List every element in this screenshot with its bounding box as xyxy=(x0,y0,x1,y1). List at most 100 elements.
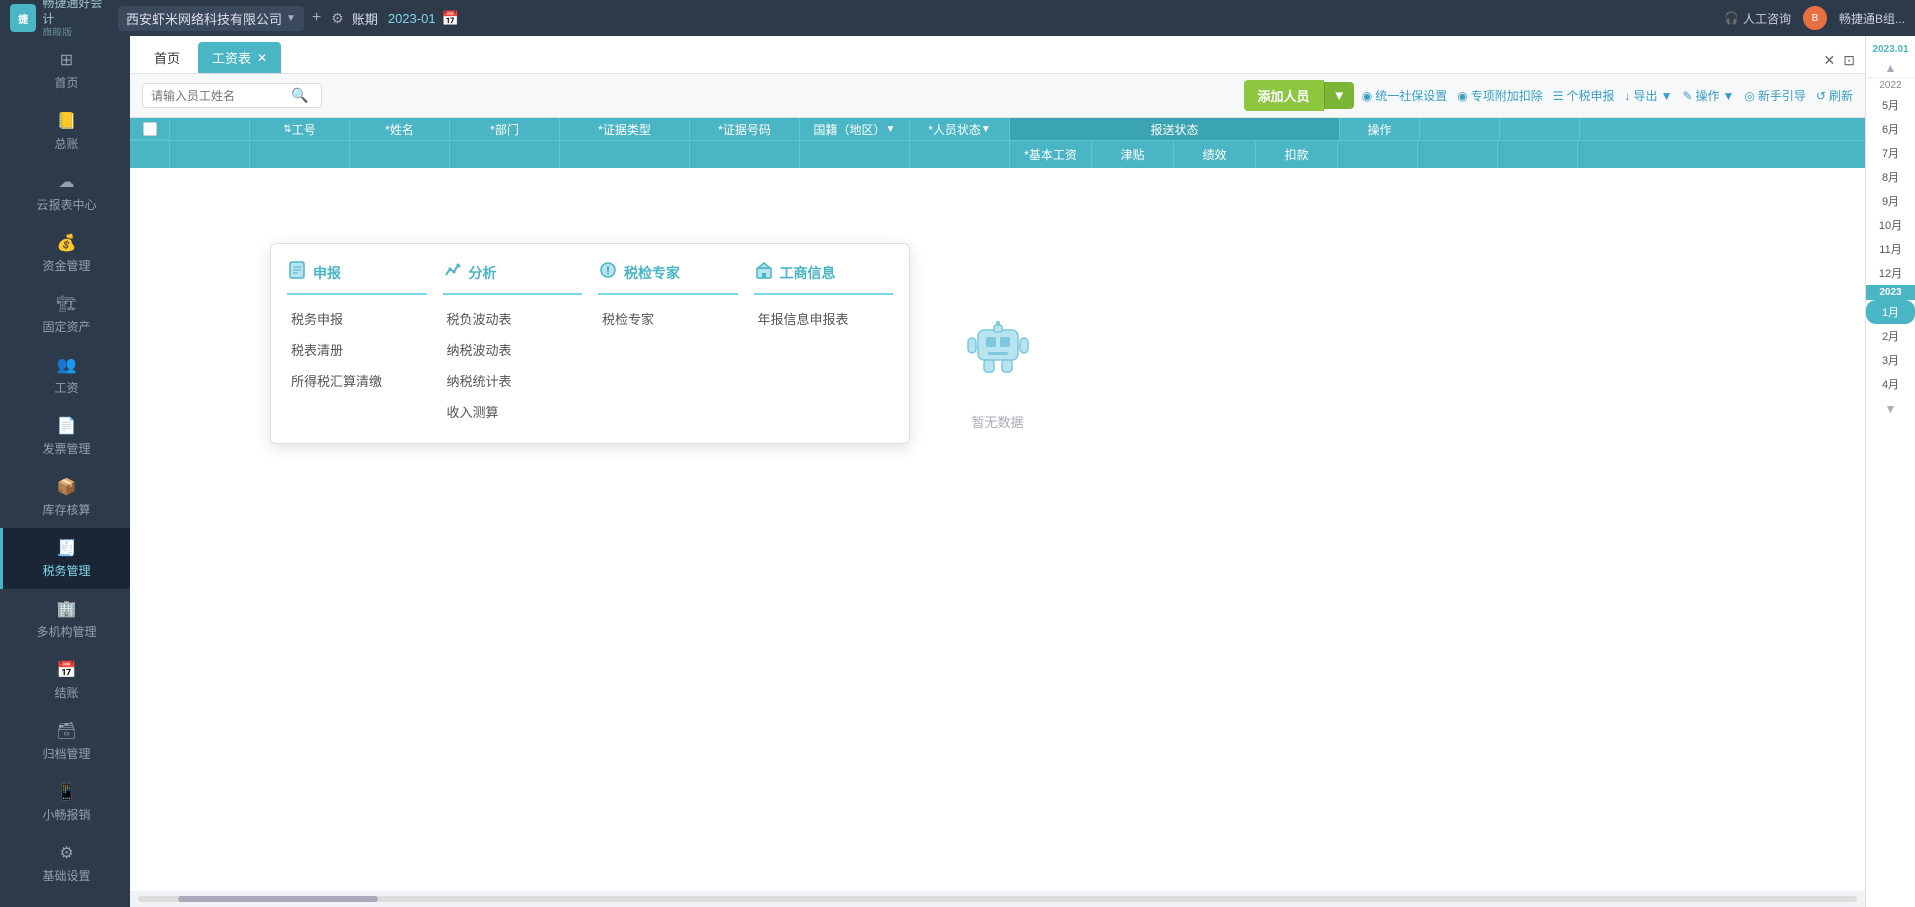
timeline-month-2022-6[interactable]: 6月 xyxy=(1866,117,1915,141)
invoice-icon: 📄 xyxy=(57,416,77,436)
top-bar-right: 🎧 人工咨询 B 畅捷通B组... xyxy=(1724,6,1905,30)
th2-person-status xyxy=(800,141,910,168)
sidebar-item-guide[interactable]: 🎓 新手引导 xyxy=(0,894,130,907)
help-button[interactable]: 🎧 人工咨询 xyxy=(1724,10,1791,27)
section-title-analysis: 分析 xyxy=(443,260,583,295)
window-restore-icon[interactable]: ⊡ xyxy=(1843,52,1855,69)
tab-payroll[interactable]: 工资表 ✕ xyxy=(198,42,281,73)
user-name[interactable]: 畅捷通B组... xyxy=(1839,10,1905,27)
timeline-nav-up[interactable]: ▲ xyxy=(1883,59,1899,77)
menu-section-analysis: 分析 税负波动表 纳税波动表 纳税统计表 收入测算 xyxy=(443,260,583,427)
sidebar-item-label: 基础设置 xyxy=(42,867,90,884)
social-security-action[interactable]: ◉ 统一社保设置 xyxy=(1362,87,1448,104)
toolbar: 🔍 添加人员 ▼ ◉ 统一社保设置 xyxy=(130,74,1865,118)
timeline-month-2022-5[interactable]: 5月 xyxy=(1866,93,1915,117)
menu-item-income-estimate[interactable]: 收入测算 xyxy=(443,396,583,427)
horizontal-scrollbar[interactable] xyxy=(130,891,1865,907)
settings-sidebar-icon: ⚙ xyxy=(59,843,73,863)
timeline-month-2022-7[interactable]: 7月 xyxy=(1866,141,1915,165)
analysis-section-icon xyxy=(443,260,463,285)
sidebar-item-basic-settings[interactable]: ⚙ 基础设置 xyxy=(0,833,130,894)
th-operations xyxy=(1500,118,1580,140)
timeline-month-2023-1[interactable]: 1月 xyxy=(1866,300,1915,324)
sidebar-item-multi-org[interactable]: 🏢 多机构管理 xyxy=(0,589,130,650)
menu-item-tax-table[interactable]: 税表清册 xyxy=(287,334,427,365)
sidebar-item-payroll[interactable]: 👥 工资 xyxy=(0,345,130,406)
menu-item-tax-stats[interactable]: 纳税统计表 xyxy=(443,365,583,396)
sidebar-item-invoice[interactable]: 📄 发票管理 xyxy=(0,406,130,467)
timeline-header: 2023.01 xyxy=(1870,40,1910,59)
guide-action[interactable]: ◎ 新手引导 xyxy=(1744,87,1806,104)
timeline-nav-down[interactable]: ▼ xyxy=(1883,400,1899,418)
filter-icon[interactable]: ▼ xyxy=(886,124,896,135)
timeline-month-2022-10[interactable]: 10月 xyxy=(1866,213,1915,237)
th-salary-group: 报送状态 xyxy=(1010,118,1340,140)
sidebar-item-home[interactable]: ⊞ 首页 xyxy=(0,40,130,101)
calendar-icon[interactable]: 📅 xyxy=(442,10,459,27)
th2-checkbox xyxy=(130,141,170,168)
menu-section-tax-expert: 税检专家 税检专家 xyxy=(598,260,738,427)
top-icons: + ⚙ xyxy=(312,9,344,27)
sidebar-item-label: 工资 xyxy=(54,379,78,396)
org-icon: 🏢 xyxy=(57,599,77,619)
year-2023-label: 2023 xyxy=(1866,285,1915,300)
timeline-month-2022-9[interactable]: 9月 xyxy=(1866,189,1915,213)
settings-icon[interactable]: ⚙ xyxy=(331,10,344,27)
timeline-month-2022-11[interactable]: 11月 xyxy=(1866,237,1915,261)
report-filter-icon[interactable]: ▼ xyxy=(981,124,991,135)
menu-item-tax-declaration[interactable]: 税务申报 xyxy=(287,303,427,334)
sidebar-item-fund[interactable]: 💰 资金管理 xyxy=(0,223,130,284)
menu-item-tax-expert[interactable]: 税检专家 xyxy=(598,303,738,334)
th-checkbox-area xyxy=(130,118,170,140)
add-person-dropdown-arrow[interactable]: ▼ xyxy=(1324,82,1354,109)
period-area: 账期 2023-01 📅 xyxy=(352,9,459,28)
refresh-action[interactable]: ↺ 刷新 xyxy=(1816,87,1853,104)
cloud-icon: ☁ xyxy=(59,172,75,192)
sidebar-item-closing[interactable]: 📅 结账 xyxy=(0,650,130,711)
sidebar-item-label: 税务管理 xyxy=(42,562,90,579)
sidebar-item-tax[interactable]: 🧾 税务管理 xyxy=(0,528,130,589)
menu-item-tax-burden[interactable]: 税负波动表 xyxy=(443,303,583,334)
export-action[interactable]: ↓ 导出 ▼ xyxy=(1625,87,1673,104)
select-all-checkbox[interactable] xyxy=(143,122,157,136)
tab-bar: 首页 工资表 ✕ ✕ ⊡ xyxy=(130,36,1865,74)
timeline-month-2023-3[interactable]: 3月 xyxy=(1866,348,1915,372)
th2-deduction: 扣款 xyxy=(1256,141,1338,168)
th2-report-status xyxy=(910,141,1010,168)
refresh-icon: ↺ xyxy=(1816,89,1826,103)
operation-action[interactable]: ✎ 操作 ▼ xyxy=(1682,87,1734,104)
tax-declaration-icon: ☰ xyxy=(1553,89,1564,103)
special-deduction-action[interactable]: ◉ 专项附加扣除 xyxy=(1457,87,1543,104)
sidebar-item-cloud-report[interactable]: ☁ 云报表中心 xyxy=(0,162,130,223)
sidebar-item-ledger[interactable]: 📒 总账 xyxy=(0,101,130,162)
timeline-month-2022-8[interactable]: 8月 xyxy=(1866,165,1915,189)
th2-cert-type xyxy=(450,141,560,168)
sidebar-item-fixed-asset[interactable]: 🏗 固定资产 xyxy=(0,284,130,345)
sidebar-item-archive[interactable]: 🗃 归档管理 xyxy=(0,711,130,772)
timeline-month-2022-12[interactable]: 12月 xyxy=(1866,261,1915,285)
top-bar-left: 捷 畅捷通好会计 旗舰版 西安虾米网络科技有限公司 ▼ + ⚙ 账期 2023 xyxy=(10,0,459,40)
timeline-month-2023-2[interactable]: 2月 xyxy=(1866,324,1915,348)
sidebar-item-label: 固定资产 xyxy=(42,318,90,335)
window-close-icon[interactable]: ✕ xyxy=(1824,52,1836,69)
menu-item-income-tax-settlement[interactable]: 所得税汇算清缴 xyxy=(287,365,427,396)
th2-region xyxy=(690,141,800,168)
th-name: ⇅ 工号 xyxy=(250,118,350,140)
sidebar-item-label: 资金管理 xyxy=(42,257,90,274)
company-selector[interactable]: 西安虾米网络科技有限公司 ▼ xyxy=(118,6,304,31)
add-company-icon[interactable]: + xyxy=(312,9,321,27)
search-input[interactable] xyxy=(151,89,291,103)
tab-home[interactable]: 首页 xyxy=(140,42,194,73)
fund-icon: 💰 xyxy=(57,233,77,253)
user-avatar: B xyxy=(1803,6,1827,30)
add-person-button[interactable]: 添加人员 xyxy=(1244,80,1324,111)
tab-close-icon[interactable]: ✕ xyxy=(257,51,267,65)
sidebar-item-mini-sales[interactable]: 📱 小畅报销 xyxy=(0,772,130,833)
menu-item-tax-fluctuation[interactable]: 纳税波动表 xyxy=(443,334,583,365)
tax-declaration-action[interactable]: ☰ 个税申报 xyxy=(1553,87,1615,104)
top-bar: 捷 畅捷通好会计 旗舰版 西安虾米网络科技有限公司 ▼ + ⚙ 账期 2023 xyxy=(0,0,1915,36)
timeline-month-2023-4[interactable]: 4月 xyxy=(1866,372,1915,396)
sidebar-item-inventory[interactable]: 📦 库存核算 xyxy=(0,467,130,528)
menu-item-annual-report[interactable]: 年报信息申报表 xyxy=(754,303,894,334)
scrollbar-thumb[interactable] xyxy=(178,896,378,902)
